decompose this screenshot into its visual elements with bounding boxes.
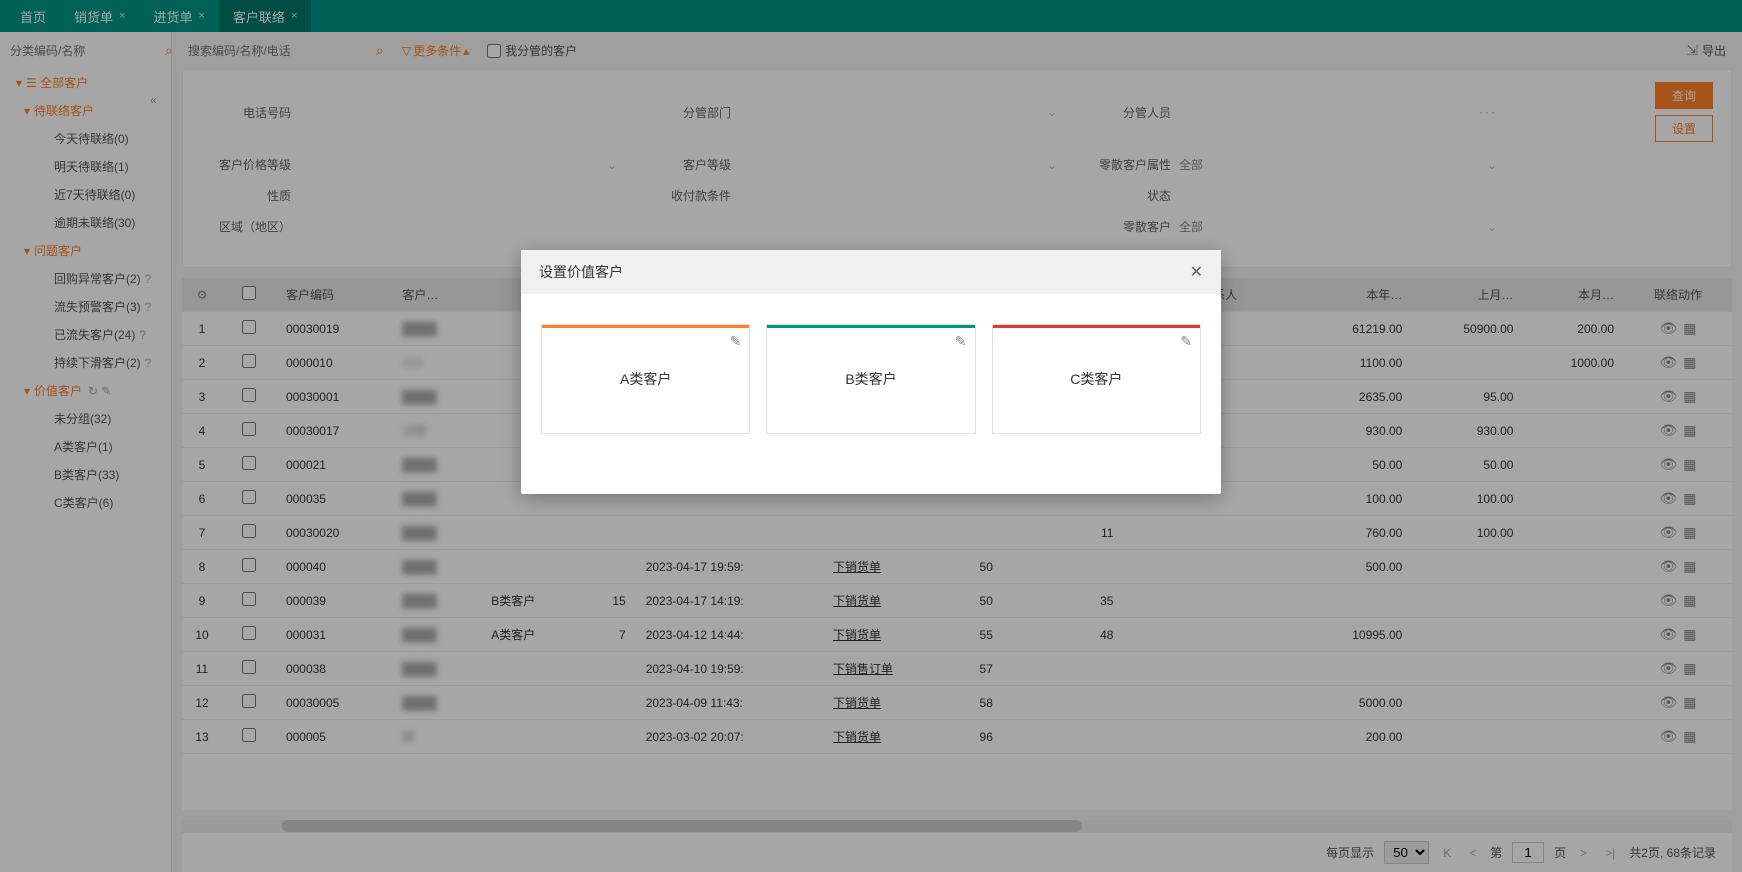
edit-icon[interactable]: ✎ — [1180, 333, 1192, 350]
close-icon[interactable]: ✕ — [1190, 262, 1203, 282]
modal-overlay[interactable]: 设置价值客户 ✕ ✎A类客户 ✎B类客户 ✎C类客户 — [0, 0, 1742, 872]
value-customer-modal: 设置价值客户 ✕ ✎A类客户 ✎B类客户 ✎C类客户 — [521, 250, 1221, 494]
edit-icon[interactable]: ✎ — [730, 333, 742, 350]
modal-body: ✎A类客户 ✎B类客户 ✎C类客户 — [521, 294, 1221, 494]
card-class-a[interactable]: ✎A类客户 — [541, 324, 750, 434]
card-class-b[interactable]: ✎B类客户 — [766, 324, 975, 434]
modal-title: 设置价值客户 — [539, 262, 623, 282]
modal-header: 设置价值客户 ✕ — [521, 250, 1221, 294]
edit-icon[interactable]: ✎ — [955, 333, 967, 350]
card-class-c[interactable]: ✎C类客户 — [992, 324, 1201, 434]
